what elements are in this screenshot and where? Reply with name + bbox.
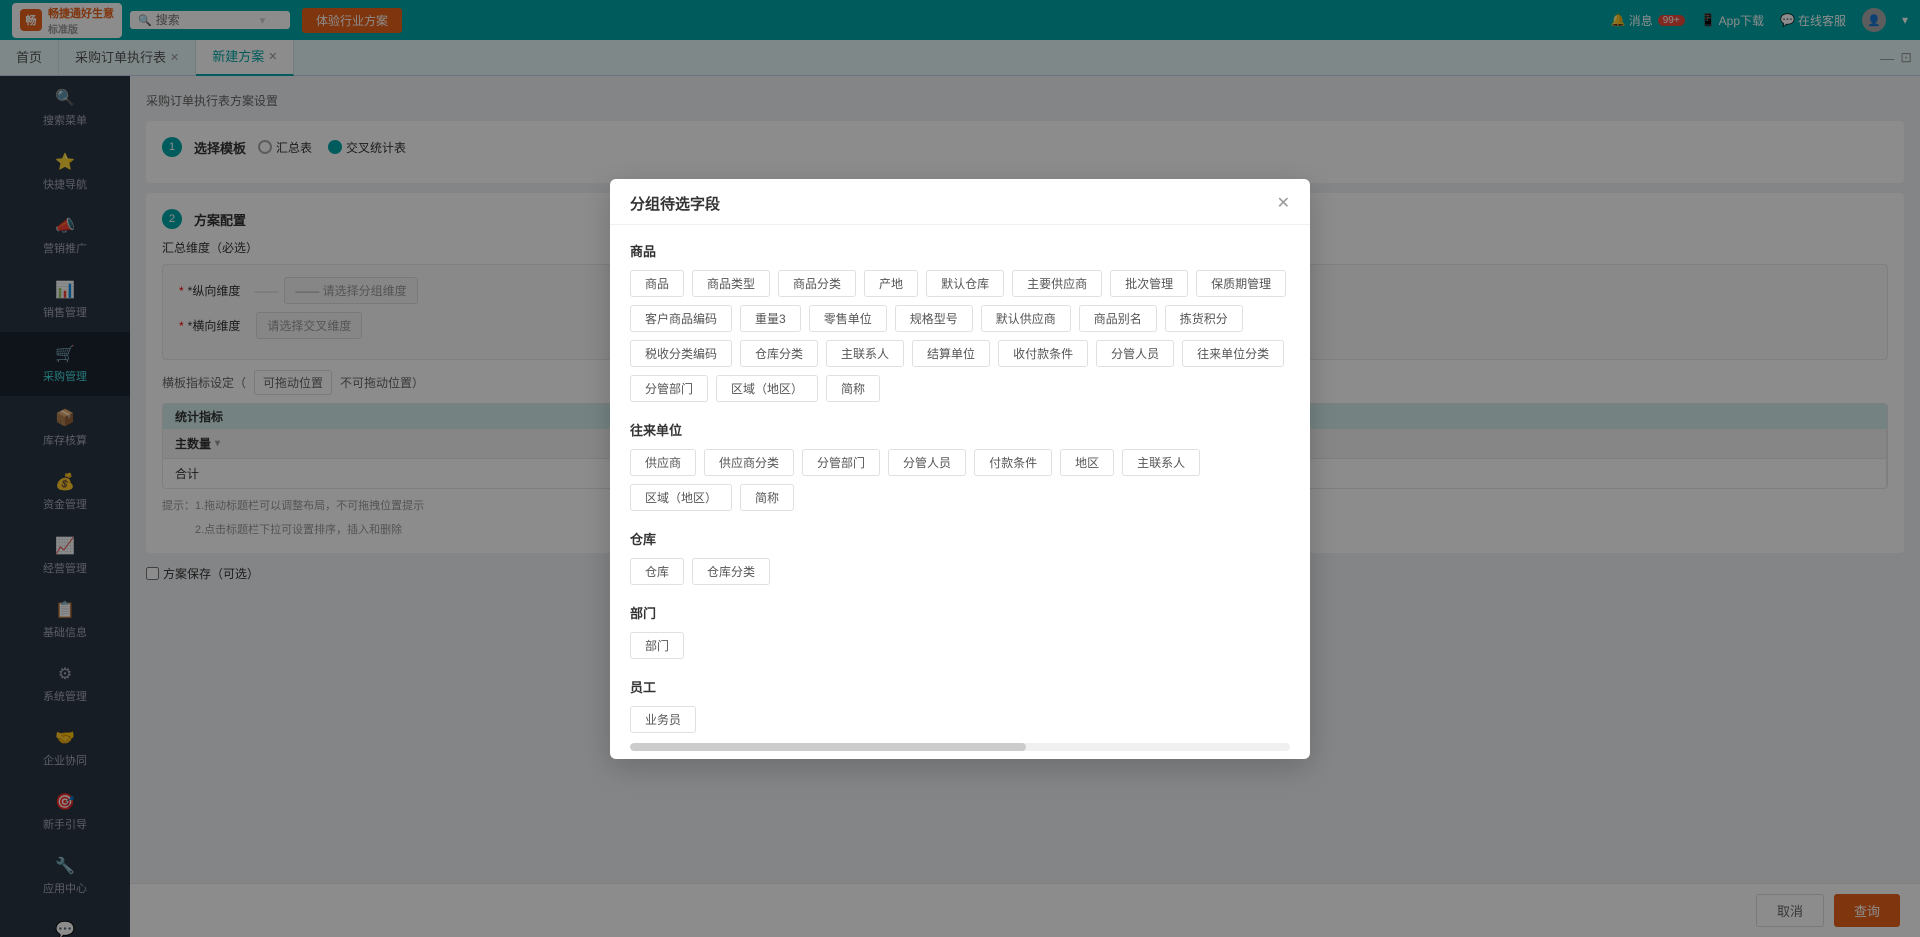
dialog-box: 分组待选字段 ✕ 商品 商品 商品类型 商品分类 产地 默认仓库 主要供应商 批… xyxy=(610,179,1310,759)
section-product-title: 商品 xyxy=(630,241,1290,260)
section-warehouse-fields: 仓库 仓库分类 xyxy=(630,558,1290,585)
section-partner: 往来单位 供应商 供应商分类 分管部门 分管人员 付款条件 地区 主联系人 区域… xyxy=(630,420,1290,511)
field-manager[interactable]: 分管人员 xyxy=(1096,340,1174,367)
field-payment-condition[interactable]: 付款条件 xyxy=(974,449,1052,476)
field-region-product[interactable]: 区域（地区） xyxy=(716,375,818,402)
field-shelf-life[interactable]: 保质期管理 xyxy=(1196,270,1286,297)
field-salesperson[interactable]: 业务员 xyxy=(630,706,696,733)
field-batch-mgmt[interactable]: 批次管理 xyxy=(1110,270,1188,297)
field-product[interactable]: 商品 xyxy=(630,270,684,297)
field-dept[interactable]: 部门 xyxy=(630,632,684,659)
dialog-close-btn[interactable]: ✕ xyxy=(1277,193,1290,213)
dialog-header: 分组待选字段 ✕ xyxy=(610,179,1310,225)
field-payment-terms[interactable]: 收付款条件 xyxy=(998,340,1088,367)
dialog-overlay: 分组待选字段 ✕ 商品 商品 商品类型 商品分类 产地 默认仓库 主要供应商 批… xyxy=(0,0,1920,937)
field-short-name-partner[interactable]: 简称 xyxy=(740,484,794,511)
field-warehouse[interactable]: 仓库 xyxy=(630,558,684,585)
section-staff-fields: 业务员 xyxy=(630,706,1290,733)
field-weight3[interactable]: 重量3 xyxy=(740,305,801,332)
section-partner-fields: 供应商 供应商分类 分管部门 分管人员 付款条件 地区 主联系人 区域（地区） … xyxy=(630,449,1290,511)
field-spec-model[interactable]: 规格型号 xyxy=(895,305,973,332)
section-warehouse: 仓库 仓库 仓库分类 xyxy=(630,529,1290,585)
field-supplier-category[interactable]: 供应商分类 xyxy=(704,449,794,476)
section-partner-title: 往来单位 xyxy=(630,420,1290,439)
dialog-scrollbar-container xyxy=(610,739,1310,759)
field-pick-points[interactable]: 拣货积分 xyxy=(1165,305,1243,332)
field-default-supplier[interactable]: 默认供应商 xyxy=(981,305,1071,332)
section-product-fields: 商品 商品类型 商品分类 产地 默认仓库 主要供应商 批次管理 保质期管理 客户… xyxy=(630,270,1290,402)
field-supplier[interactable]: 供应商 xyxy=(630,449,696,476)
field-warehouse-category[interactable]: 仓库分类 xyxy=(740,340,818,367)
field-partner-category[interactable]: 往来单位分类 xyxy=(1182,340,1284,367)
section-staff: 员工 业务员 xyxy=(630,677,1290,733)
field-settlement-unit[interactable]: 结算单位 xyxy=(912,340,990,367)
dialog-scrollbar-thumb xyxy=(630,743,1026,751)
section-warehouse-title: 仓库 xyxy=(630,529,1290,548)
field-customer-code[interactable]: 客户商品编码 xyxy=(630,305,732,332)
field-tax-code[interactable]: 税收分类编码 xyxy=(630,340,732,367)
field-product-type[interactable]: 商品类型 xyxy=(692,270,770,297)
dialog-title: 分组待选字段 xyxy=(630,193,720,214)
field-managed-dept[interactable]: 分管部门 xyxy=(802,449,880,476)
field-product-category[interactable]: 商品分类 xyxy=(778,270,856,297)
dialog-body[interactable]: 商品 商品 商品类型 商品分类 产地 默认仓库 主要供应商 批次管理 保质期管理… xyxy=(610,225,1310,739)
field-dept-managed[interactable]: 分管部门 xyxy=(630,375,708,402)
section-dept: 部门 部门 xyxy=(630,603,1290,659)
field-product-alias[interactable]: 商品别名 xyxy=(1079,305,1157,332)
section-product: 商品 商品 商品类型 商品分类 产地 默认仓库 主要供应商 批次管理 保质期管理… xyxy=(630,241,1290,402)
section-dept-title: 部门 xyxy=(630,603,1290,622)
field-main-contact[interactable]: 主联系人 xyxy=(826,340,904,367)
field-short-name-product[interactable]: 简称 xyxy=(826,375,880,402)
field-main-supplier[interactable]: 主要供应商 xyxy=(1012,270,1102,297)
field-managed-person[interactable]: 分管人员 xyxy=(888,449,966,476)
section-dept-fields: 部门 xyxy=(630,632,1290,659)
field-warehouse-cat[interactable]: 仓库分类 xyxy=(692,558,770,585)
section-staff-title: 员工 xyxy=(630,677,1290,696)
field-default-warehouse[interactable]: 默认仓库 xyxy=(926,270,1004,297)
field-region-partner[interactable]: 区域（地区） xyxy=(630,484,732,511)
field-retail-unit[interactable]: 零售单位 xyxy=(809,305,887,332)
field-origin[interactable]: 产地 xyxy=(864,270,918,297)
field-main-contact-partner[interactable]: 主联系人 xyxy=(1122,449,1200,476)
dialog-scrollbar[interactable] xyxy=(630,743,1290,751)
field-area[interactable]: 地区 xyxy=(1060,449,1114,476)
